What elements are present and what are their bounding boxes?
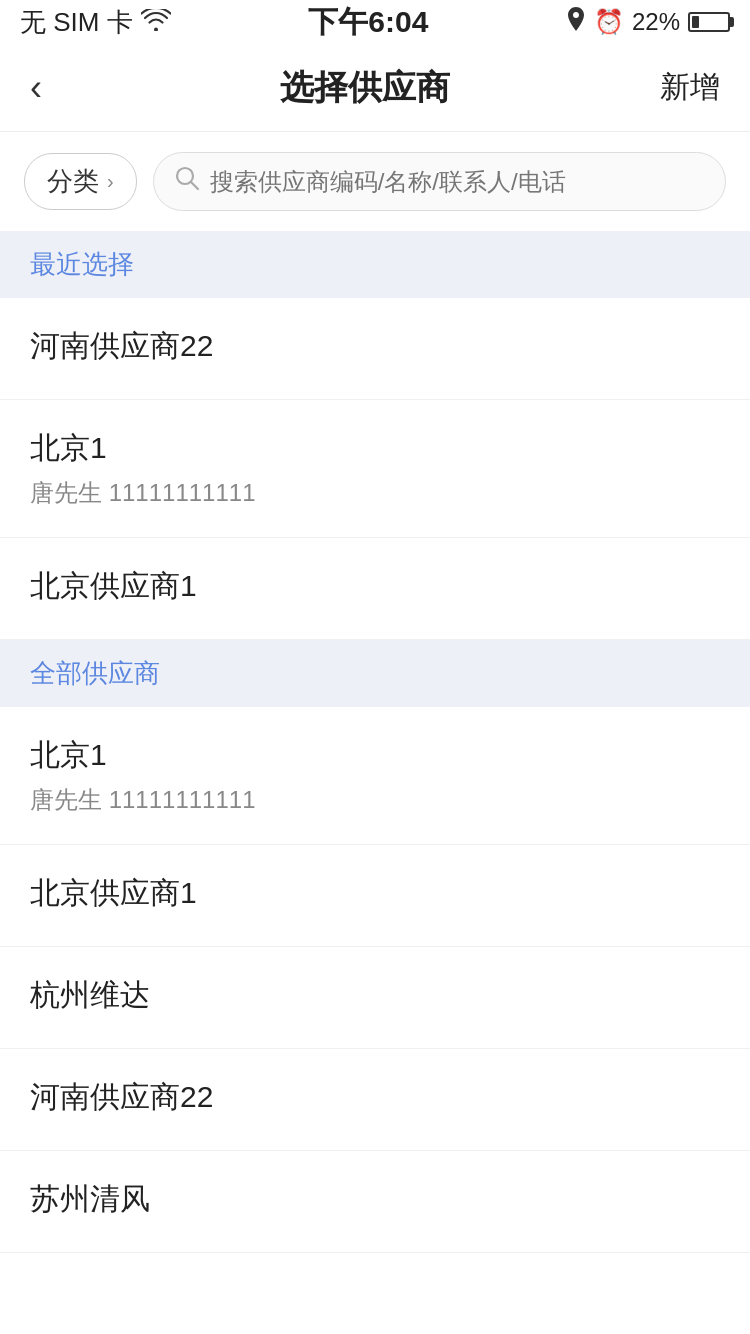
all-section-header: 全部供应商	[0, 640, 750, 707]
search-icon	[174, 165, 200, 198]
all-section-label: 全部供应商	[30, 658, 160, 688]
recent-items-list: 河南供应商22 北京1 唐先生 11111111111 北京供应商1	[0, 298, 750, 640]
status-right: ⏰ 22%	[566, 7, 730, 37]
item-name: 河南供应商22	[30, 326, 720, 367]
page-title: 选择供应商	[280, 65, 450, 111]
battery-percent: 22%	[632, 8, 680, 36]
list-item[interactable]: 河南供应商22	[0, 1049, 750, 1151]
item-name: 北京供应商1	[30, 873, 720, 914]
chevron-right-icon: ›	[107, 170, 114, 193]
back-button[interactable]: ‹	[30, 67, 90, 109]
nav-bar: ‹ 选择供应商 新增	[0, 44, 750, 132]
status-time: 下午6:04	[308, 2, 428, 43]
status-bar: 无 SIM 卡 下午6:04 ⏰ 22%	[0, 0, 750, 44]
no-sim-label: 无 SIM 卡	[20, 5, 133, 40]
item-sub: 唐先生 11111111111	[30, 784, 720, 816]
list-item[interactable]: 河南供应商22	[0, 298, 750, 400]
location-icon	[566, 7, 586, 37]
item-name: 苏州清风	[30, 1179, 720, 1220]
item-name: 河南供应商22	[30, 1077, 720, 1118]
item-name: 北京供应商1	[30, 566, 720, 607]
status-left: 无 SIM 卡	[20, 5, 171, 40]
category-label: 分类	[47, 164, 99, 199]
add-button[interactable]: 新增	[640, 67, 720, 108]
category-button[interactable]: 分类 ›	[24, 153, 137, 210]
list-item[interactable]: 北京供应商1	[0, 845, 750, 947]
item-name: 北京1	[30, 428, 720, 469]
battery-icon	[688, 12, 730, 32]
list-item[interactable]: 杭州维达	[0, 947, 750, 1049]
list-item[interactable]: 北京供应商1	[0, 538, 750, 640]
search-input[interactable]	[210, 168, 705, 196]
item-sub: 唐先生 11111111111	[30, 477, 720, 509]
recent-section-label: 最近选择	[30, 249, 134, 279]
search-bar	[153, 152, 726, 211]
item-name: 杭州维达	[30, 975, 720, 1016]
filter-bar: 分类 ›	[0, 132, 750, 231]
list-item[interactable]: 北京1 唐先生 11111111111	[0, 707, 750, 845]
list-item[interactable]: 北京1 唐先生 11111111111	[0, 400, 750, 538]
list-item[interactable]: 苏州清风	[0, 1151, 750, 1253]
wifi-icon	[141, 7, 171, 38]
recent-section-header: 最近选择	[0, 231, 750, 298]
alarm-icon: ⏰	[594, 8, 624, 36]
svg-line-1	[191, 182, 198, 189]
item-name: 北京1	[30, 735, 720, 776]
all-items-list: 北京1 唐先生 11111111111 北京供应商1 杭州维达 河南供应商22 …	[0, 707, 750, 1253]
